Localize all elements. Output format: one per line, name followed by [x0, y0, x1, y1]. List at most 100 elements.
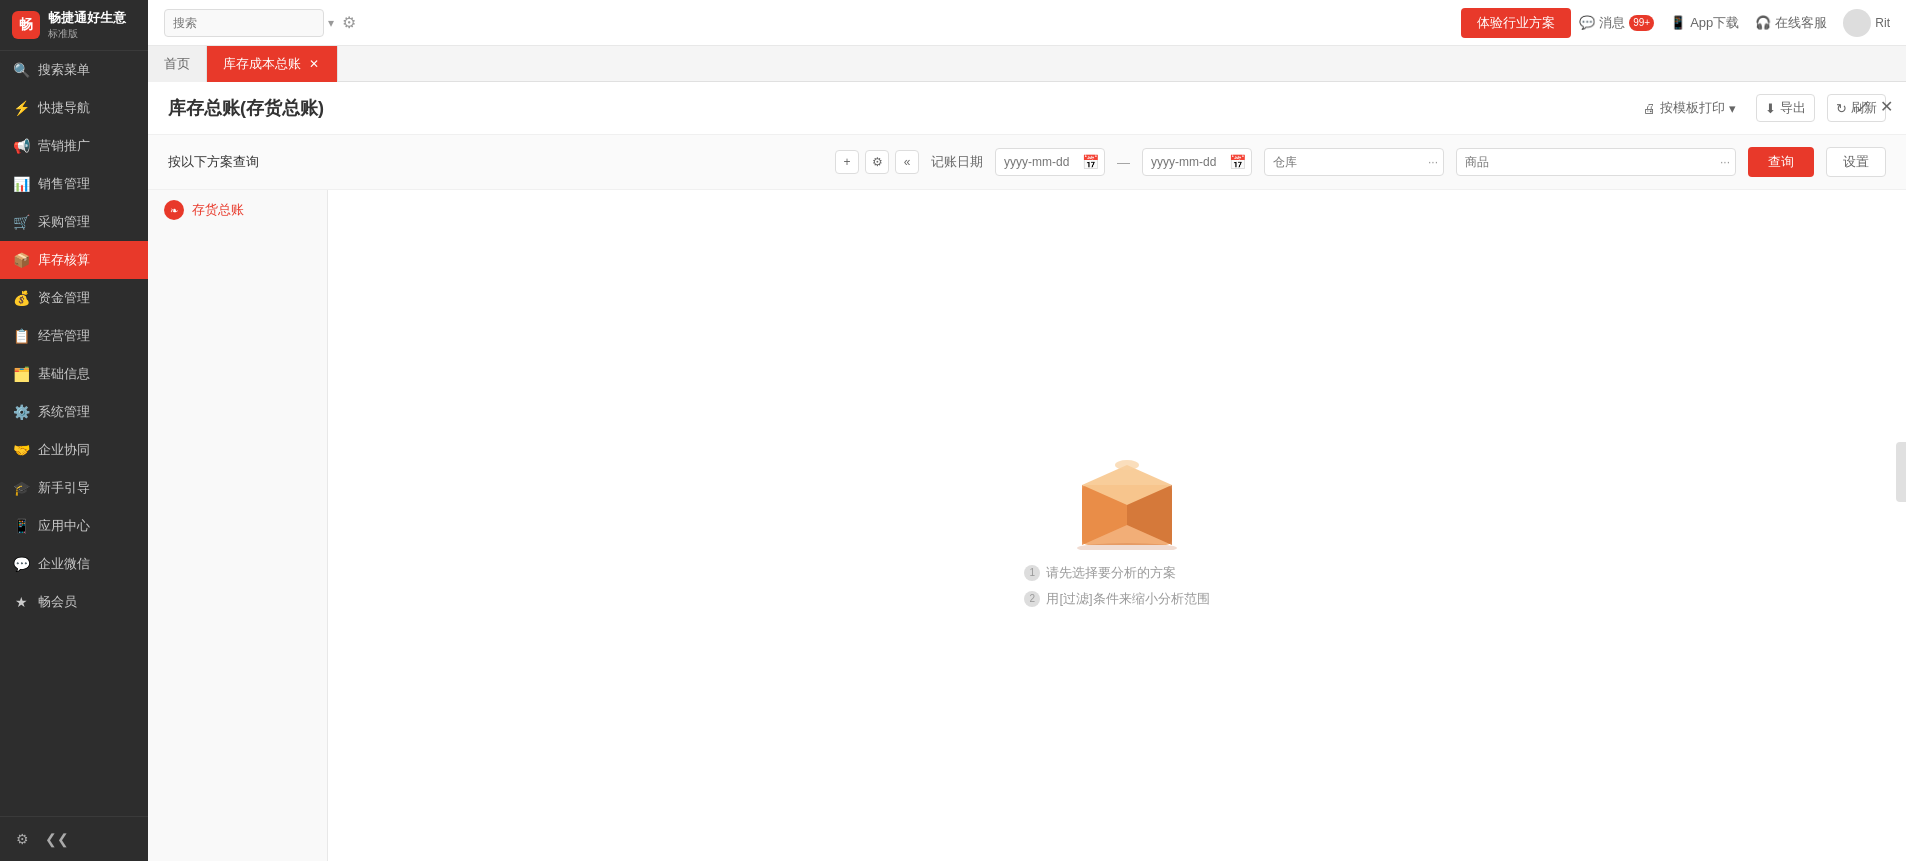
sidebar-item-shortcut[interactable]: ⚡ 快捷导航	[0, 89, 148, 127]
filter-settings-btn[interactable]: ⚙	[865, 150, 889, 174]
filter-scheme-label: 按以下方案查询	[168, 153, 259, 171]
sidebar-item-wechat[interactable]: 💬 企业微信	[0, 545, 148, 583]
filter-add-btn[interactable]: +	[835, 150, 859, 174]
avatar	[1843, 9, 1871, 37]
sidebar-item-appstore[interactable]: 📱 应用中心	[0, 507, 148, 545]
purchase-icon: 🛒	[12, 213, 30, 231]
finance-icon: 💰	[12, 289, 30, 307]
hint2-text: 用[过滤]条件来缩小分析范围	[1046, 586, 1209, 612]
scheme-label: 存货总账	[192, 201, 244, 219]
sidebar-search[interactable]: 🔍 搜索菜单	[0, 51, 148, 89]
panel-close-btn[interactable]: ✕	[1874, 94, 1898, 118]
sidebar-item-enterprise[interactable]: 🤝 企业协同	[0, 431, 148, 469]
sidebar-item-finance[interactable]: 💰 资金管理	[0, 279, 148, 317]
export-btn[interactable]: ⬇ 导出	[1756, 94, 1815, 122]
tab-close-icon[interactable]: ✕	[307, 57, 321, 71]
step1-num: 1	[1024, 565, 1040, 581]
main-area: ▾ ⚙ 体验行业方案 💬 消息 99+ 📱 App下载 🎧 在线客服 Rit	[148, 0, 1906, 861]
empty-svg	[1057, 440, 1197, 550]
online-support-btn[interactable]: 🎧 在线客服	[1755, 14, 1827, 32]
content-body: ❧ 存货总账	[148, 190, 1906, 861]
refresh-icon: ↻	[1836, 101, 1847, 116]
topbar-chevron-icon[interactable]: ▾	[328, 16, 334, 30]
scheme-item[interactable]: ❧ 存货总账	[148, 190, 327, 230]
message-btn[interactable]: 💬 消息 99+	[1579, 14, 1654, 32]
filter-actions: + ⚙ «	[835, 150, 919, 174]
scheme-icon: ❧	[164, 200, 184, 220]
shortcut-icon: ⚡	[12, 99, 30, 117]
query-btn[interactable]: 查询	[1748, 147, 1814, 177]
member-icon: ★	[12, 593, 30, 611]
empty-state: 1 请先选择要分析的方案 2 用[过滤]条件来缩小分析范围	[1024, 440, 1209, 612]
svg-point-5	[1115, 460, 1139, 470]
filter-collapse-btn[interactable]: «	[895, 150, 919, 174]
sidebar-logo: 畅 畅捷通好生意 标准版	[0, 0, 148, 51]
product-input[interactable]	[1456, 148, 1736, 176]
sidebar-item-member[interactable]: ★ 畅会员	[0, 583, 148, 621]
hint2-item: 2 用[过滤]条件来缩小分析范围	[1024, 586, 1209, 612]
sidebar-item-sales[interactable]: 📊 销售管理	[0, 165, 148, 203]
print-template-btn[interactable]: 🖨 按模板打印 ▾	[1635, 95, 1744, 121]
settings-footer-btn[interactable]: ⚙	[12, 827, 33, 851]
date-end-wrapper: 📅	[1142, 148, 1252, 176]
operation-icon: 📋	[12, 327, 30, 345]
main-panel: 1 请先选择要分析的方案 2 用[过滤]条件来缩小分析范围	[328, 190, 1906, 861]
search-icon: 🔍	[12, 61, 30, 79]
app-download-icon: 📱	[1670, 15, 1686, 30]
empty-illustration	[1057, 440, 1177, 540]
sidebar-item-system[interactable]: ⚙️ 系统管理	[0, 393, 148, 431]
collapse-btn[interactable]: ❮❮	[41, 827, 73, 851]
warehouse-input[interactable]	[1264, 148, 1444, 176]
date-start-wrapper: 📅	[995, 148, 1105, 176]
warehouse-wrapper: ···	[1264, 148, 1444, 176]
message-badge: 99+	[1629, 15, 1654, 31]
date-dash: —	[1117, 155, 1130, 170]
sidebar: 畅 畅捷通好生意 标准版 🔍 搜索菜单 ⚡ 快捷导航 📢 营销推广 📊 销售管理…	[0, 0, 148, 861]
date-start-input[interactable]	[995, 148, 1105, 176]
tabbar: 首页 库存成本总账 ✕	[148, 46, 1906, 82]
sidebar-item-purchase[interactable]: 🛒 采购管理	[0, 203, 148, 241]
sidebar-item-operation[interactable]: 📋 经营管理	[0, 317, 148, 355]
topbar: ▾ ⚙ 体验行业方案 💬 消息 99+ 📱 App下载 🎧 在线客服 Rit	[148, 0, 1906, 46]
page-actions: 🖨 按模板打印 ▾ ⬇ 导出 ↻ 刷新	[1635, 94, 1886, 122]
content-area: 库存总账(存货总账) 🖨 按模板打印 ▾ ⬇ 导出 ↻ 刷新	[148, 82, 1906, 861]
tab-home[interactable]: 首页	[148, 46, 207, 82]
hint1-item: 1 请先选择要分析的方案	[1024, 560, 1209, 586]
right-edge-handle[interactable]	[1896, 442, 1906, 502]
newbie-icon: 🎓	[12, 479, 30, 497]
support-icon: 🎧	[1755, 15, 1771, 30]
tab-inventory-cost[interactable]: 库存成本总账 ✕	[207, 46, 338, 82]
panel-resize-btn[interactable]: ⤢	[1850, 94, 1874, 118]
setting-btn[interactable]: 设置	[1826, 147, 1886, 177]
filter-row: 按以下方案查询 + ⚙ « 记账日期 📅 — 📅	[168, 147, 1886, 177]
print-icon: 🖨	[1643, 101, 1656, 116]
hint1-text: 请先选择要分析的方案	[1046, 560, 1176, 586]
basic-icon: 🗂️	[12, 365, 30, 383]
scheme-section: ❧ 存货总账	[148, 190, 328, 861]
user-area[interactable]: Rit	[1843, 9, 1890, 37]
page-title: 库存总账(存货总账)	[168, 96, 324, 120]
sales-icon: 📊	[12, 175, 30, 193]
page-header: 库存总账(存货总账) 🖨 按模板打印 ▾ ⬇ 导出 ↻ 刷新	[148, 82, 1906, 135]
appstore-icon: 📱	[12, 517, 30, 535]
brand-icon: 畅	[12, 11, 40, 39]
topbar-search-input[interactable]	[164, 9, 324, 37]
username-label: Rit	[1875, 16, 1890, 30]
sidebar-item-marketing[interactable]: 📢 营销推广	[0, 127, 148, 165]
print-chevron-icon: ▾	[1729, 101, 1736, 116]
topbar-settings-icon[interactable]: ⚙	[338, 9, 360, 36]
system-icon: ⚙️	[12, 403, 30, 421]
industry-btn[interactable]: 体验行业方案	[1461, 8, 1571, 38]
sidebar-item-inventory[interactable]: 📦 库存核算	[0, 241, 148, 279]
export-icon: ⬇	[1765, 101, 1776, 116]
sidebar-item-basic[interactable]: 🗂️ 基础信息	[0, 355, 148, 393]
topbar-search-area: ▾ ⚙	[164, 9, 1453, 37]
sidebar-item-newbie[interactable]: 🎓 新手引导	[0, 469, 148, 507]
date-end-input[interactable]	[1142, 148, 1252, 176]
step2-num: 2	[1024, 591, 1040, 607]
brand-text: 畅捷通好生意 标准版	[48, 10, 126, 40]
enterprise-icon: 🤝	[12, 441, 30, 459]
sidebar-footer: ⚙ ❮❮	[0, 816, 148, 861]
app-download-btn[interactable]: 📱 App下载	[1670, 14, 1739, 32]
empty-hints: 1 请先选择要分析的方案 2 用[过滤]条件来缩小分析范围	[1024, 560, 1209, 612]
